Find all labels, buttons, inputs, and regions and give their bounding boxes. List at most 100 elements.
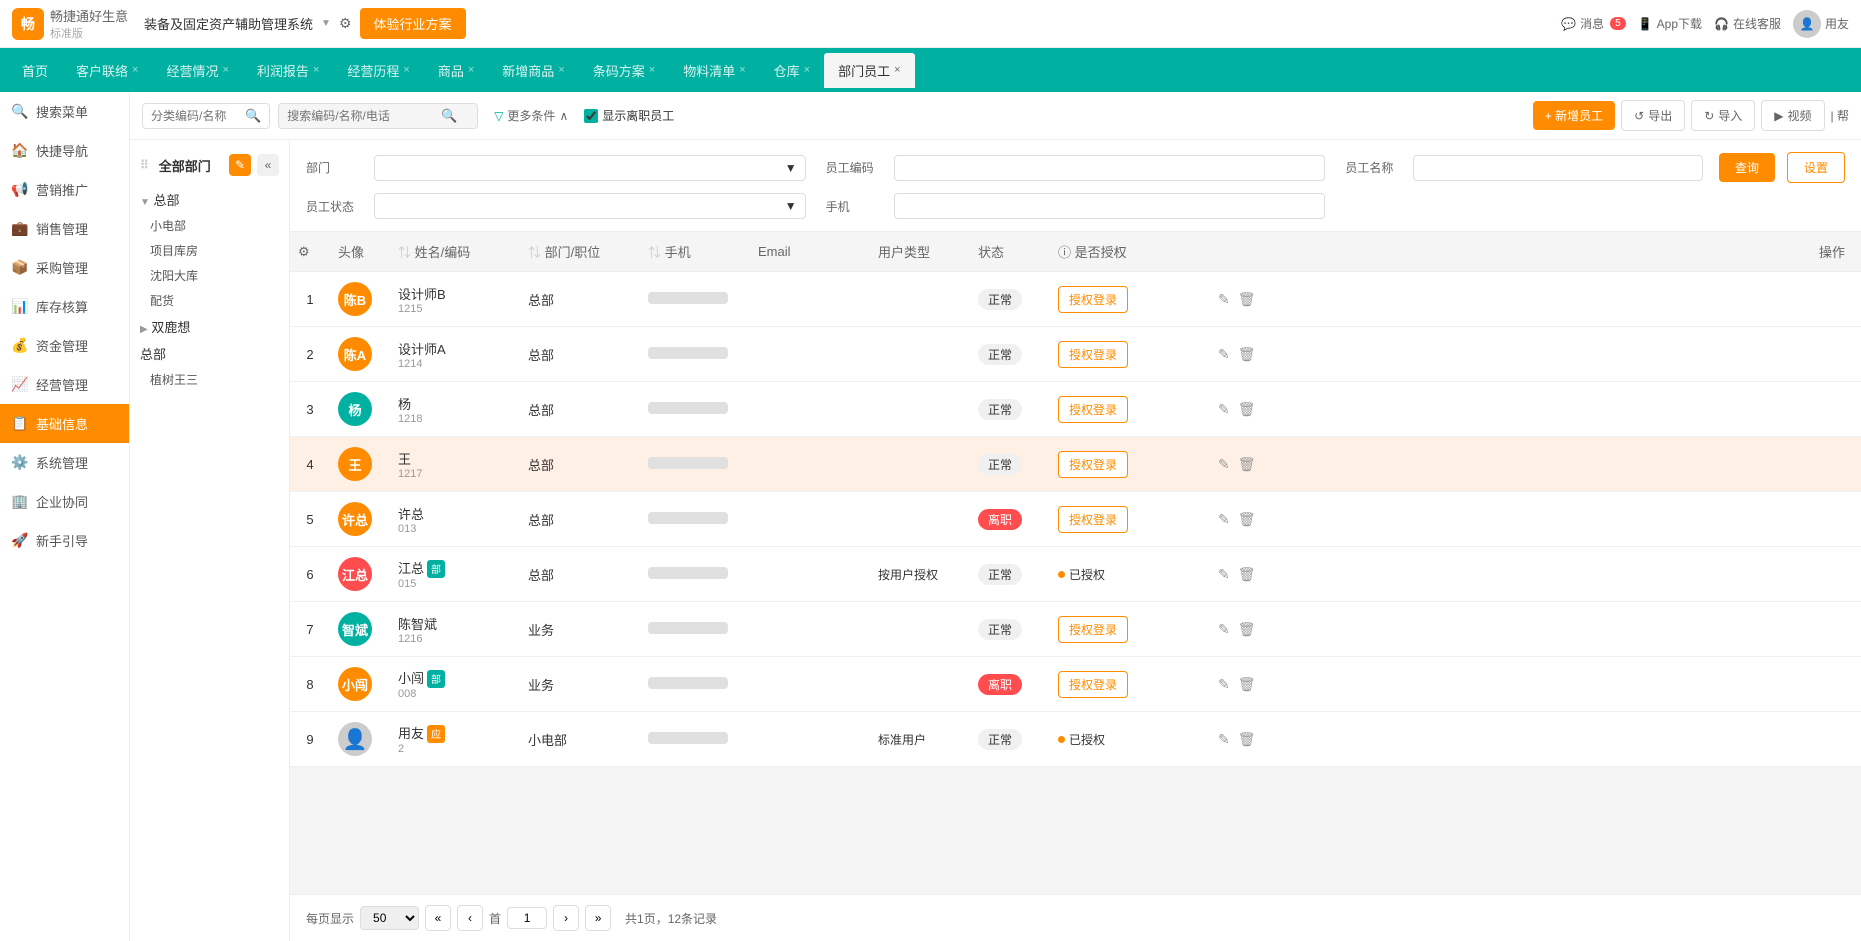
app-download-button[interactable]: 📱 App下载 xyxy=(1638,15,1702,32)
category-search-input[interactable] xyxy=(151,109,241,123)
sidebar-item-guide[interactable]: 🚀 新手引导 xyxy=(0,521,129,560)
employee-search-input[interactable] xyxy=(287,109,437,123)
edit-icon[interactable]: ✎ xyxy=(1218,346,1230,363)
dept-node-planting[interactable]: 植树王三 xyxy=(130,367,289,392)
next-page-button[interactable]: › xyxy=(553,905,579,931)
more-filter-button[interactable]: ▽ 更多条件 ∧ xyxy=(486,103,576,128)
export-button[interactable]: ↺ 导出 xyxy=(1621,100,1685,131)
sidebar-item-basic-info[interactable]: 📋 基础信息 xyxy=(0,404,129,443)
close-icon[interactable]: × xyxy=(222,64,228,76)
auth-button[interactable]: 授权登录 xyxy=(1058,506,1128,533)
sidebar-item-system[interactable]: ⚙️ 系统管理 xyxy=(0,443,129,482)
online-service-button[interactable]: 🎧 在线客服 xyxy=(1714,15,1781,32)
tab-bom[interactable]: 物料清单 × xyxy=(669,53,759,88)
prev-page-button[interactable]: ‹ xyxy=(457,905,483,931)
dept-collapse-icon[interactable]: « xyxy=(257,154,279,176)
col-phone[interactable]: ⇅ 手机 xyxy=(640,232,750,272)
sidebar-item-sales[interactable]: 💼 销售管理 xyxy=(0,209,129,248)
first-page-button[interactable]: « xyxy=(425,905,451,931)
auth-button[interactable]: 授权登录 xyxy=(1058,286,1128,313)
delete-icon[interactable]: 🗑 xyxy=(1238,511,1256,528)
sidebar-item-finance[interactable]: 💰 资金管理 xyxy=(0,326,129,365)
edit-icon[interactable]: ✎ xyxy=(1218,291,1230,308)
auth-button[interactable]: 授权登录 xyxy=(1058,616,1128,643)
status-select[interactable]: ▼ xyxy=(374,193,806,219)
settings-icon[interactable]: ⚙ xyxy=(339,15,352,32)
tab-goods[interactable]: 商品 × xyxy=(424,53,488,88)
delete-icon[interactable]: 🗑 xyxy=(1238,291,1256,308)
phone-input[interactable] xyxy=(894,193,1326,219)
delete-icon[interactable]: 🗑 xyxy=(1238,676,1256,693)
per-page-select[interactable]: 50 20 100 xyxy=(360,906,419,930)
delete-icon[interactable]: 🗑 xyxy=(1238,456,1256,473)
tab-home[interactable]: 首页 xyxy=(8,53,62,88)
col-name[interactable]: ⇅ 姓名/编码 xyxy=(390,232,520,272)
edit-icon[interactable]: ✎ xyxy=(1218,731,1230,748)
sidebar-item-marketing[interactable]: 📢 营销推广 xyxy=(0,170,129,209)
close-icon[interactable]: × xyxy=(739,64,745,76)
emp-name-input[interactable] xyxy=(1413,155,1703,181)
tab-history[interactable]: 经营历程 × xyxy=(333,53,423,88)
dept-node-shuanglu[interactable]: ▶ 双鹿想 xyxy=(130,313,289,340)
dept-node-distribution[interactable]: 配货 xyxy=(130,288,289,313)
sidebar-item-purchase[interactable]: 📦 采购管理 xyxy=(0,248,129,287)
page-number-input[interactable] xyxy=(507,907,547,929)
message-button[interactable]: 💬 消息 5 xyxy=(1561,15,1626,32)
add-employee-button[interactable]: + 新增员工 xyxy=(1533,101,1615,130)
emp-code-input[interactable] xyxy=(894,155,1326,181)
edit-icon[interactable]: ✎ xyxy=(1218,621,1230,638)
col-setting[interactable]: ⚙ xyxy=(290,232,330,272)
sidebar-item-inventory[interactable]: 📊 库存核算 xyxy=(0,287,129,326)
auth-button[interactable]: 授权登录 xyxy=(1058,671,1128,698)
last-page-button[interactable]: » xyxy=(585,905,611,931)
employee-search-box[interactable]: 🔍 xyxy=(278,103,478,129)
column-settings-icon[interactable]: ⚙ xyxy=(298,244,310,259)
try-industry-button[interactable]: 体验行业方案 xyxy=(360,8,466,39)
sidebar-item-search[interactable]: 🔍 搜索菜单 xyxy=(0,92,129,131)
delete-icon[interactable]: 🗑 xyxy=(1238,621,1256,638)
import-button[interactable]: ↻ 导入 xyxy=(1691,100,1755,131)
tab-barcode[interactable]: 条码方案 × xyxy=(579,53,669,88)
edit-icon[interactable]: ✎ xyxy=(1218,401,1230,418)
close-icon[interactable]: × xyxy=(894,64,900,76)
edit-icon[interactable]: ✎ xyxy=(1218,511,1230,528)
close-icon[interactable]: × xyxy=(403,64,409,76)
dept-node-headquarters[interactable]: 总部 xyxy=(130,340,289,367)
system-dropdown-icon[interactable]: ▼ xyxy=(321,18,331,29)
help-icon[interactable]: | 帮 xyxy=(1831,107,1849,124)
dept-node-project[interactable]: 项目库房 xyxy=(130,238,289,263)
delete-icon[interactable]: 🗑 xyxy=(1238,401,1256,418)
close-icon[interactable]: × xyxy=(558,64,564,76)
search-button[interactable]: 查询 xyxy=(1719,153,1775,182)
dept-filter-select[interactable]: ▼ xyxy=(374,155,806,181)
show-resigned-input[interactable] xyxy=(584,109,598,123)
sidebar-item-operations[interactable]: 📈 经营管理 xyxy=(0,365,129,404)
dept-node-shenyang[interactable]: 沈阳大库 xyxy=(130,263,289,288)
auth-button[interactable]: 授权登录 xyxy=(1058,341,1128,368)
delete-icon[interactable]: 🗑 xyxy=(1238,566,1256,583)
auth-button[interactable]: 授权登录 xyxy=(1058,396,1128,423)
edit-icon[interactable]: ✎ xyxy=(1218,456,1230,473)
close-icon[interactable]: × xyxy=(804,64,810,76)
tab-warehouse[interactable]: 仓库 × xyxy=(760,53,824,88)
close-icon[interactable]: × xyxy=(313,64,319,76)
video-button[interactable]: ▶ 视频 xyxy=(1761,100,1824,131)
category-search-box[interactable]: 🔍 xyxy=(142,103,270,129)
tab-operations[interactable]: 经营情况 × xyxy=(152,53,242,88)
edit-icon[interactable]: ✎ xyxy=(1218,566,1230,583)
delete-icon[interactable]: 🗑 xyxy=(1238,346,1256,363)
edit-icon[interactable]: ✎ xyxy=(1218,676,1230,693)
tab-profit[interactable]: 利润报告 × xyxy=(243,53,333,88)
tab-add-goods[interactable]: 新增商品 × xyxy=(488,53,578,88)
tab-customer[interactable]: 客户联络 × xyxy=(62,53,152,88)
set-button[interactable]: 设置 xyxy=(1787,152,1845,183)
dept-node-xiao-dian[interactable]: 小电部 xyxy=(130,213,289,238)
tab-department-staff[interactable]: 部门员工 × xyxy=(824,53,914,88)
col-dept[interactable]: ⇅ 部门/职位 xyxy=(520,232,640,272)
sidebar-item-quick-nav[interactable]: 🏠 快捷导航 xyxy=(0,131,129,170)
dept-node-head[interactable]: ▼ 总部 xyxy=(130,186,289,213)
sidebar-item-enterprise[interactable]: 🏢 企业协同 xyxy=(0,482,129,521)
user-area[interactable]: 👤 用友 xyxy=(1793,10,1849,38)
close-icon[interactable]: × xyxy=(132,64,138,76)
show-resigned-checkbox[interactable]: 显示离职员工 xyxy=(584,107,674,124)
